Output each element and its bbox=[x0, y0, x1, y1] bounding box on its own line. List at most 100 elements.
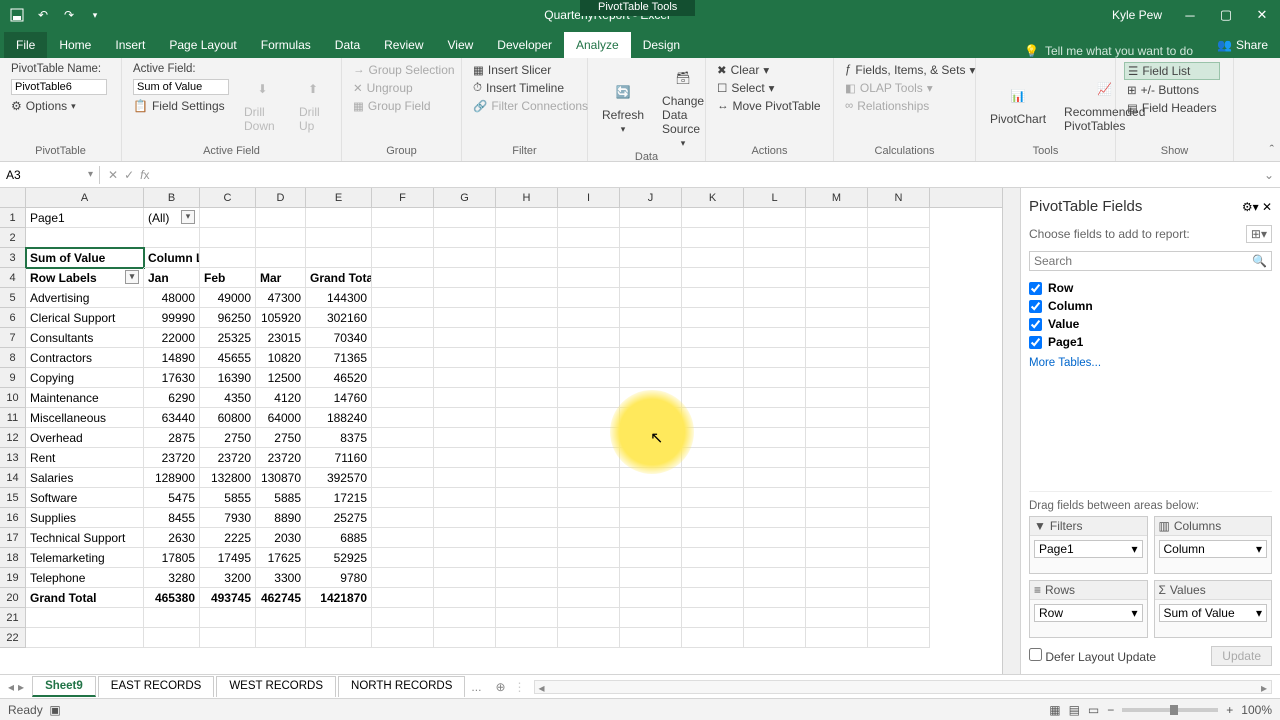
view-break-icon[interactable]: ▭ bbox=[1088, 703, 1099, 717]
sheet-nav-next-icon[interactable]: ▸ bbox=[18, 680, 24, 694]
save-icon[interactable] bbox=[8, 6, 26, 24]
close-button[interactable]: ✕ bbox=[1244, 0, 1280, 30]
clear-button[interactable]: ✖ Clear ▾ bbox=[714, 62, 824, 78]
row-chip[interactable]: Row▾ bbox=[1034, 604, 1143, 622]
change-data-source-button[interactable]: 🗃Change Data Source▾ bbox=[656, 62, 710, 151]
fields-items-sets-button[interactable]: ƒ Fields, Items, & Sets ▾ bbox=[842, 62, 978, 78]
tab-formulas[interactable]: Formulas bbox=[249, 32, 323, 58]
tab-page-layout[interactable]: Page Layout bbox=[157, 32, 248, 58]
name-box[interactable]: A3▾ bbox=[0, 166, 100, 184]
move-pivottable-button[interactable]: ↔ Move PivotTable bbox=[714, 98, 824, 114]
rows-drop-area[interactable]: ≡Rows Row▾ bbox=[1029, 580, 1148, 638]
col-header[interactable]: G bbox=[434, 188, 496, 207]
field-checkbox[interactable]: Page1 bbox=[1029, 335, 1272, 349]
defer-update-checkbox[interactable]: Defer Layout Update bbox=[1029, 648, 1156, 664]
undo-icon[interactable]: ↶ bbox=[34, 6, 52, 24]
row-header[interactable]: 14 bbox=[0, 468, 26, 488]
row-header[interactable]: 2 bbox=[0, 228, 26, 248]
refresh-button[interactable]: 🔄Refresh▾ bbox=[596, 62, 650, 151]
options-button[interactable]: ⚙Options▾ bbox=[8, 98, 110, 114]
row-header[interactable]: 12 bbox=[0, 428, 26, 448]
page-filter-dropdown[interactable]: (All)▾ bbox=[144, 208, 200, 228]
col-header[interactable]: D bbox=[256, 188, 306, 207]
fieldpane-close-icon[interactable]: ✕ bbox=[1262, 200, 1272, 214]
row-header[interactable]: 13 bbox=[0, 448, 26, 468]
field-settings-button[interactable]: 📋Field Settings bbox=[130, 98, 232, 114]
maximize-button[interactable]: ▢ bbox=[1208, 0, 1244, 30]
row-header[interactable]: 7 bbox=[0, 328, 26, 348]
active-field-input[interactable] bbox=[133, 79, 229, 95]
tab-data[interactable]: Data bbox=[323, 32, 372, 58]
expand-formula-icon[interactable]: ⌄ bbox=[1258, 168, 1280, 182]
minimize-button[interactable]: ─ bbox=[1172, 0, 1208, 30]
insert-timeline-button[interactable]: ⏱ Insert Timeline bbox=[470, 80, 591, 96]
new-sheet-icon[interactable]: ⊕ bbox=[487, 680, 513, 694]
zoom-level[interactable]: 100% bbox=[1241, 703, 1272, 717]
col-header[interactable]: K bbox=[682, 188, 744, 207]
select-all-corner[interactable] bbox=[0, 188, 26, 207]
col-header[interactable]: H bbox=[496, 188, 558, 207]
page-field[interactable]: Page1 bbox=[26, 208, 144, 228]
sheet-nav-prev-icon[interactable]: ◂ bbox=[8, 680, 14, 694]
zoom-in-icon[interactable]: + bbox=[1226, 703, 1233, 717]
tab-view[interactable]: View bbox=[436, 32, 486, 58]
row-header[interactable]: 8 bbox=[0, 348, 26, 368]
col-header[interactable]: A bbox=[26, 188, 144, 207]
field-headers-button[interactable]: ▤ Field Headers bbox=[1124, 100, 1220, 116]
col-header[interactable]: M bbox=[806, 188, 868, 207]
row-header[interactable]: 18 bbox=[0, 548, 26, 568]
row-header[interactable]: 20 bbox=[0, 588, 26, 608]
col-header[interactable]: E bbox=[306, 188, 372, 207]
field-checkbox[interactable]: Row bbox=[1029, 281, 1272, 295]
values-drop-area[interactable]: ΣValues Sum of Value▾ bbox=[1154, 580, 1273, 638]
pivotchart-button[interactable]: 📊PivotChart bbox=[984, 62, 1052, 145]
filter-chip[interactable]: Page1▾ bbox=[1034, 540, 1143, 558]
sheet-tab[interactable]: WEST RECORDS bbox=[216, 676, 336, 697]
fx-icon[interactable]: fx bbox=[140, 168, 149, 182]
sum-of-value-cell[interactable]: Sum of Value bbox=[26, 248, 144, 268]
row-header[interactable]: 17 bbox=[0, 528, 26, 548]
tab-analyze[interactable]: Analyze bbox=[564, 32, 631, 58]
zoom-slider[interactable] bbox=[1122, 708, 1218, 712]
more-tables-link[interactable]: More Tables... bbox=[1029, 351, 1272, 375]
view-normal-icon[interactable]: ▦ bbox=[1049, 703, 1060, 717]
sheet-tab[interactable]: Sheet9 bbox=[32, 676, 96, 697]
row-header[interactable]: 11 bbox=[0, 408, 26, 428]
row-header[interactable]: 10 bbox=[0, 388, 26, 408]
fieldpane-search[interactable]: 🔍 bbox=[1029, 251, 1272, 271]
col-header[interactable]: J bbox=[620, 188, 682, 207]
row-labels-dropdown[interactable]: Row Labels▾ bbox=[26, 268, 144, 288]
sheet-tab[interactable]: EAST RECORDS bbox=[98, 676, 215, 697]
row-header[interactable]: 4 bbox=[0, 268, 26, 288]
row-header[interactable]: 1 bbox=[0, 208, 26, 228]
view-page-icon[interactable]: ▤ bbox=[1069, 703, 1080, 717]
tab-home[interactable]: Home bbox=[47, 32, 103, 58]
tab-insert[interactable]: Insert bbox=[103, 32, 157, 58]
field-checkbox[interactable]: Column bbox=[1029, 299, 1272, 313]
sheet-tab[interactable]: NORTH RECORDS bbox=[338, 676, 465, 697]
col-header[interactable]: F bbox=[372, 188, 434, 207]
row-header[interactable]: 15 bbox=[0, 488, 26, 508]
col-header[interactable]: N bbox=[868, 188, 930, 207]
insert-slicer-button[interactable]: ▦ Insert Slicer bbox=[470, 62, 591, 78]
col-header[interactable]: L bbox=[744, 188, 806, 207]
column-chip[interactable]: Column▾ bbox=[1159, 540, 1268, 558]
user-name[interactable]: Kyle Pew bbox=[1102, 8, 1172, 22]
row-header[interactable]: 22 bbox=[0, 628, 26, 648]
pt-name-input[interactable] bbox=[11, 79, 107, 95]
row-header[interactable]: 19 bbox=[0, 568, 26, 588]
columns-drop-area[interactable]: ▥Columns Column▾ bbox=[1154, 516, 1273, 574]
tab-design[interactable]: Design bbox=[631, 32, 692, 58]
tab-file[interactable]: File bbox=[4, 32, 47, 58]
col-header[interactable]: C bbox=[200, 188, 256, 207]
fieldpane-settings-icon[interactable]: ⚙▾ bbox=[1242, 200, 1259, 214]
row-header[interactable]: 16 bbox=[0, 508, 26, 528]
horizontal-scrollbar[interactable]: ◂▸ bbox=[534, 680, 1273, 694]
vertical-scrollbar[interactable] bbox=[1002, 188, 1020, 674]
fieldpane-layout-icon[interactable]: ⊞▾ bbox=[1246, 225, 1272, 243]
select-button[interactable]: ☐ Select ▾ bbox=[714, 80, 824, 96]
row-header[interactable]: 5 bbox=[0, 288, 26, 308]
filters-drop-area[interactable]: ▼Filters Page1▾ bbox=[1029, 516, 1148, 574]
plus-minus-buttons-button[interactable]: ⊞ +/- Buttons bbox=[1124, 82, 1220, 98]
col-header[interactable]: I bbox=[558, 188, 620, 207]
